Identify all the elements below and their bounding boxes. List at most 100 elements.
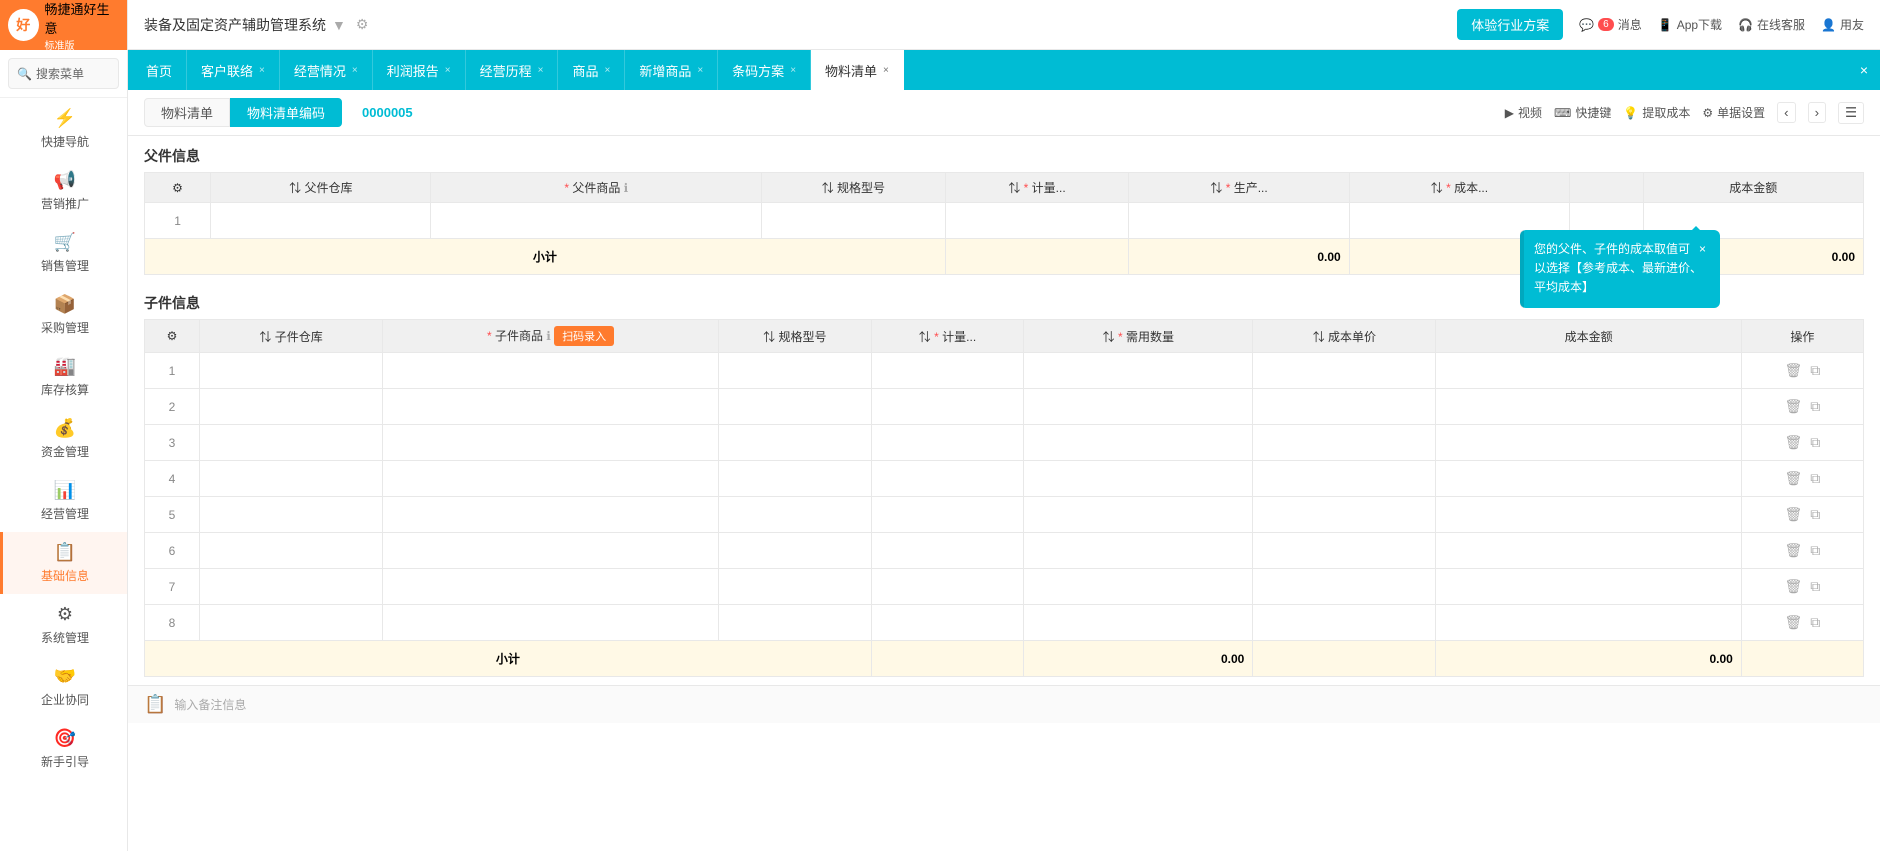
child-row6-quantity[interactable]: [1024, 533, 1253, 569]
tab-customers[interactable]: 客户联络 ×: [187, 50, 280, 90]
child-row8-warehouse[interactable]: [199, 605, 382, 641]
child-row3-goods[interactable]: [383, 425, 719, 461]
scan-input-button[interactable]: 扫码录入: [554, 326, 614, 346]
child-row3-spec[interactable]: [719, 425, 872, 461]
copy-icon[interactable]: ⧉: [1810, 470, 1820, 487]
child-row7-quantity[interactable]: [1024, 569, 1253, 605]
parent-row1-goods[interactable]: [431, 203, 762, 239]
sidebar-item-purchase[interactable]: 📦 采购管理: [0, 284, 127, 346]
online-service-button[interactable]: 🎧 在线客服: [1738, 16, 1805, 33]
tab-barcode-close[interactable]: ×: [790, 65, 796, 76]
sub-tab-bom-edit[interactable]: 物料清单编码: [230, 98, 342, 127]
tab-home[interactable]: 首页: [132, 50, 187, 90]
sidebar-item-operations[interactable]: 📊 经营管理: [0, 470, 127, 532]
dropdown-icon[interactable]: ▼: [332, 17, 346, 33]
child-row4-spec[interactable]: [719, 461, 872, 497]
child-row6-spec[interactable]: [719, 533, 872, 569]
sidebar-item-basic-info[interactable]: 📋 基础信息: [0, 532, 127, 594]
child-row7-unit-cost[interactable]: [1253, 569, 1436, 605]
delete-icon[interactable]: 🗑: [1785, 398, 1803, 415]
delete-icon[interactable]: 🗑: [1785, 362, 1803, 379]
child-row1-unit[interactable]: [871, 353, 1024, 389]
copy-icon[interactable]: ⧉: [1810, 362, 1820, 379]
delete-icon[interactable]: 🗑: [1785, 434, 1803, 451]
child-row1-unit-cost[interactable]: [1253, 353, 1436, 389]
copy-icon[interactable]: ⧉: [1810, 434, 1820, 451]
child-row2-quantity[interactable]: [1024, 389, 1253, 425]
child-row4-unit-cost[interactable]: [1253, 461, 1436, 497]
child-row5-warehouse[interactable]: [199, 497, 382, 533]
child-row7-goods[interactable]: [383, 569, 719, 605]
sidebar-item-quick-nav[interactable]: ⚡ 快捷导航: [0, 98, 127, 160]
parent-row1-production[interactable]: [1129, 203, 1349, 239]
tab-operations-close[interactable]: ×: [352, 65, 358, 76]
sidebar-item-marketing[interactable]: 📢 营销推广: [0, 160, 127, 222]
child-row4-quantity[interactable]: [1024, 461, 1253, 497]
tab-goods[interactable]: 商品 ×: [558, 50, 625, 90]
child-row2-unit[interactable]: [871, 389, 1024, 425]
delete-icon[interactable]: 🗑: [1785, 506, 1803, 523]
child-row5-spec[interactable]: [719, 497, 872, 533]
sidebar-item-finance[interactable]: 💰 资金管理: [0, 408, 127, 470]
delete-icon[interactable]: 🗑: [1785, 614, 1803, 631]
sidebar-item-sales[interactable]: 🛒 销售管理: [0, 222, 127, 284]
child-row7-warehouse[interactable]: [199, 569, 382, 605]
extract-cost-button[interactable]: 💡 提取成本: [1623, 104, 1690, 121]
sidebar-item-enterprise[interactable]: 🤝 企业协同: [0, 656, 127, 718]
child-row2-goods[interactable]: [383, 389, 719, 425]
parent-row1-spec[interactable]: [762, 203, 946, 239]
child-row5-goods[interactable]: [383, 497, 719, 533]
child-row3-unit[interactable]: [871, 425, 1024, 461]
child-row3-quantity[interactable]: [1024, 425, 1253, 461]
copy-icon[interactable]: ⧉: [1810, 506, 1820, 523]
child-row8-spec[interactable]: [719, 605, 872, 641]
child-row3-unit-cost[interactable]: [1253, 425, 1436, 461]
child-row2-spec[interactable]: [719, 389, 872, 425]
tooltip-close-button[interactable]: ×: [1699, 240, 1706, 259]
parent-col-settings[interactable]: ⚙: [145, 173, 211, 203]
single-settings-button[interactable]: ⚙ 单据设置: [1702, 104, 1765, 121]
child-row6-unit[interactable]: [871, 533, 1024, 569]
settings-icon[interactable]: ⚙: [356, 16, 369, 33]
app-download-button[interactable]: 📱 App下载: [1658, 16, 1722, 33]
tab-new-goods[interactable]: 新增商品 ×: [625, 50, 718, 90]
sidebar-item-inventory[interactable]: 🏭 库存核算: [0, 346, 127, 408]
sidebar-item-guide[interactable]: 🎯 新手引导: [0, 718, 127, 780]
search-menu-button[interactable]: 🔍 搜索菜单: [8, 58, 119, 89]
child-row5-quantity[interactable]: [1024, 497, 1253, 533]
child-row1-spec[interactable]: [719, 353, 872, 389]
child-row4-unit[interactable]: [871, 461, 1024, 497]
tab-customers-close[interactable]: ×: [259, 65, 265, 76]
tab-bom-close[interactable]: ×: [883, 65, 889, 76]
sub-tab-bom-list[interactable]: 物料清单: [144, 98, 230, 127]
delete-icon[interactable]: 🗑: [1785, 578, 1803, 595]
child-row7-spec[interactable]: [719, 569, 872, 605]
child-col-settings[interactable]: ⚙: [145, 320, 200, 353]
user-button[interactable]: 👤 用友: [1821, 16, 1864, 33]
child-row7-unit[interactable]: [871, 569, 1024, 605]
tab-new-goods-close[interactable]: ×: [697, 65, 703, 76]
tab-profit-close[interactable]: ×: [445, 65, 451, 76]
trial-button[interactable]: 体验行业方案: [1457, 9, 1563, 40]
parent-row1-warehouse[interactable]: [211, 203, 431, 239]
sidebar-item-system[interactable]: ⚙ 系统管理: [0, 594, 127, 656]
child-row5-unit-cost[interactable]: [1253, 497, 1436, 533]
child-row1-goods[interactable]: [383, 353, 719, 389]
prev-record-button[interactable]: ‹: [1777, 102, 1795, 123]
copy-icon[interactable]: ⧉: [1810, 542, 1820, 559]
child-row8-unit[interactable]: [871, 605, 1024, 641]
tab-history[interactable]: 经营历程 ×: [466, 50, 559, 90]
copy-icon[interactable]: ⧉: [1810, 398, 1820, 415]
tab-barcode[interactable]: 条码方案 ×: [718, 50, 811, 90]
tab-goods-close[interactable]: ×: [604, 65, 610, 76]
copy-icon[interactable]: ⧉: [1810, 578, 1820, 595]
tab-history-close[interactable]: ×: [538, 65, 544, 76]
delete-icon[interactable]: 🗑: [1785, 470, 1803, 487]
view-video-button[interactable]: ▶ 视频: [1505, 104, 1542, 121]
delete-icon[interactable]: 🗑: [1785, 542, 1803, 559]
child-row8-goods[interactable]: [383, 605, 719, 641]
copy-icon[interactable]: ⧉: [1810, 614, 1820, 631]
child-row4-warehouse[interactable]: [199, 461, 382, 497]
child-row1-warehouse[interactable]: [199, 353, 382, 389]
child-row4-goods[interactable]: [383, 461, 719, 497]
